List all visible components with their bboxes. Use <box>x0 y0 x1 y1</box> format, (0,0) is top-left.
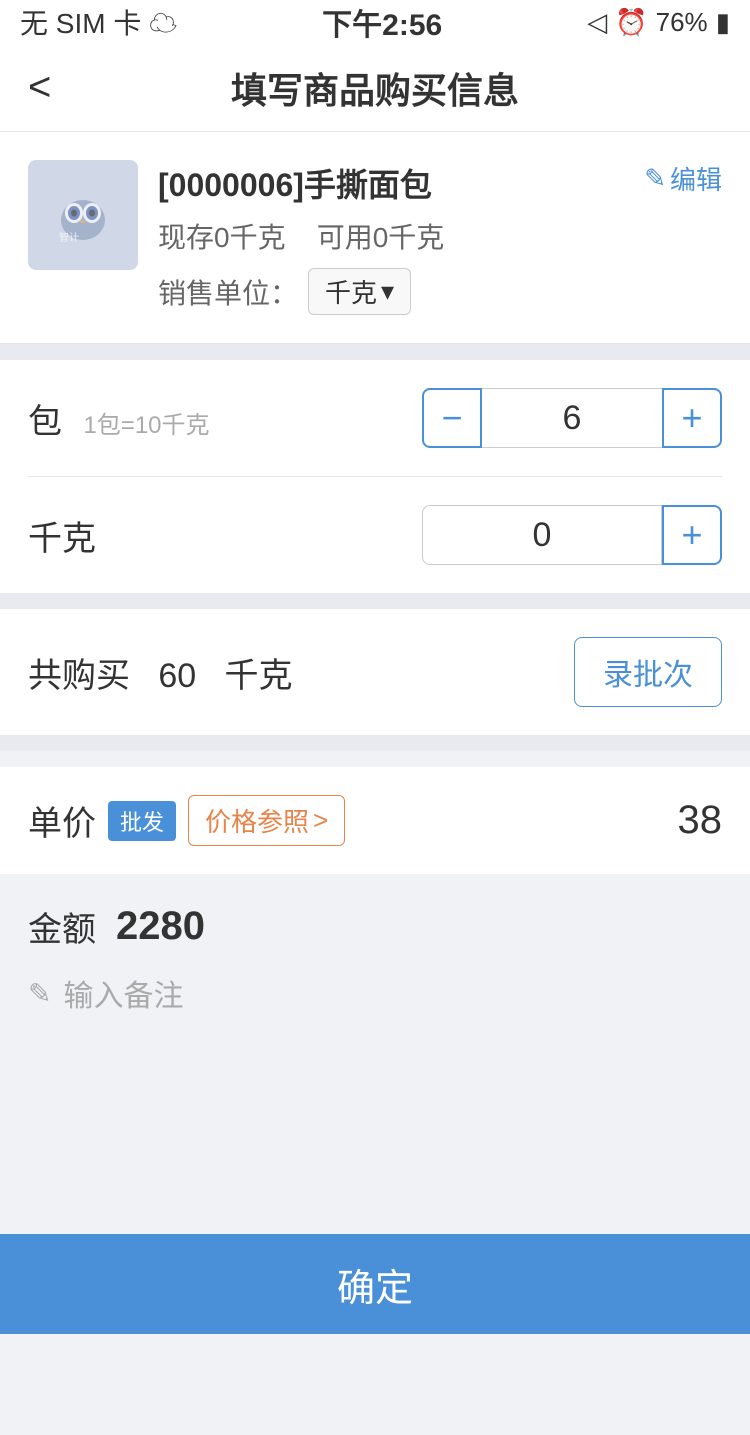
back-button[interactable]: < <box>28 65 51 110</box>
unit-select[interactable]: 千克 ▾ <box>308 268 411 315</box>
package-plus-button[interactable]: + <box>662 388 722 448</box>
total-unit: 千克 <box>225 657 293 695</box>
total-label: 共购买 <box>28 657 130 695</box>
price-label: 单价 <box>28 796 96 845</box>
product-header-row: [0000006]手撕面包 ✎ 编辑 <box>158 160 722 216</box>
package-stepper: − + <box>422 388 722 448</box>
price-row: 单价 批发 价格参照 > 38 <box>28 795 722 846</box>
package-text: 包 <box>28 403 62 441</box>
package-label: 包 1包=10千克 <box>28 394 422 443</box>
location-icon: ◁ <box>587 7 607 38</box>
kg-row: 千克 + <box>28 477 722 593</box>
price-ref-button[interactable]: 价格参照 > <box>188 795 345 846</box>
battery-level: 76% <box>656 7 708 38</box>
product-logo-icon: 智计 <box>53 185 113 245</box>
product-info: [0000006]手撕面包 ✎ 编辑 现存0千克 可用0千克 销售单位： 千克 … <box>158 160 722 315</box>
amount-value: 2280 <box>116 904 205 949</box>
nav-bar: < 填写商品购买信息 <box>0 44 750 132</box>
package-quantity-input[interactable] <box>482 388 662 448</box>
battery-icon: ▮ <box>716 7 730 38</box>
price-ref-label: 价格参照 <box>205 802 309 839</box>
product-unit-row: 销售单位： 千克 ▾ <box>158 268 722 315</box>
page-title: 填写商品购买信息 <box>231 62 519 114</box>
package-hint: 1包=10千克 <box>83 412 209 439</box>
total-text: 共购买 60 千克 <box>28 648 293 697</box>
price-value: 38 <box>678 798 723 843</box>
available-label: 可用0千克 <box>317 222 445 253</box>
confirm-button[interactable]: 确定 <box>0 1234 750 1334</box>
unit-value: 千克 <box>325 273 377 310</box>
kg-quantity-input[interactable] <box>422 505 662 565</box>
status-time: 下午2:56 <box>322 0 442 44</box>
package-row: 包 1包=10千克 − + <box>28 360 722 477</box>
total-section: 共购买 60 千克 录批次 <box>0 609 750 735</box>
product-name: [0000006]手撕面包 <box>158 160 432 206</box>
remark-icon: ✎ <box>28 977 51 1010</box>
package-minus-button[interactable]: − <box>422 388 482 448</box>
svg-text:智计: 智计 <box>59 231 79 244</box>
status-bar: 无 SIM 卡 ☁ 下午2:56 ◁ ⏰ 76% ▮ <box>0 0 750 44</box>
amount-row: 金额 2280 <box>28 902 722 951</box>
price-type-tag: 批发 <box>108 801 176 841</box>
edit-label: 编辑 <box>670 160 722 197</box>
total-amount: 60 <box>158 657 196 695</box>
remark-row[interactable]: ✎ 输入备注 <box>28 971 722 1035</box>
edit-icon: ✎ <box>644 163 666 194</box>
edit-button[interactable]: ✎ 编辑 <box>644 160 722 197</box>
price-label-group: 单价 批发 价格参照 > <box>28 795 345 846</box>
product-stock: 现存0千克 可用0千克 <box>158 216 722 256</box>
batch-button[interactable]: 录批次 <box>574 637 722 707</box>
alarm-icon: ⏰ <box>615 7 647 38</box>
product-card: 智计 [0000006]手撕面包 ✎ 编辑 现存0千克 可用0千克 销售单位： … <box>0 132 750 344</box>
stock-label: 现存0千克 <box>158 222 286 253</box>
divider-1 <box>0 344 750 360</box>
kg-plus-button[interactable]: + <box>662 505 722 565</box>
dropdown-icon: ▾ <box>381 276 394 307</box>
amount-section: 金额 2280 ✎ 输入备注 <box>0 874 750 1035</box>
product-image: 智计 <box>28 160 138 270</box>
status-left: 无 SIM 卡 ☁ <box>20 2 177 42</box>
price-section: 单价 批发 价格参照 > 38 <box>0 767 750 874</box>
kg-stepper: + <box>422 505 722 565</box>
quantity-input-section: 包 1包=10千克 − + 千克 + <box>0 360 750 593</box>
kg-label: 千克 <box>28 511 422 560</box>
confirm-label: 确定 <box>337 1257 413 1312</box>
status-right: ◁ ⏰ 76% ▮ <box>587 7 730 38</box>
remark-placeholder: 输入备注 <box>63 971 183 1015</box>
price-ref-arrow-icon: > <box>313 805 328 836</box>
divider-2 <box>0 593 750 609</box>
unit-label: 销售单位： <box>158 272 298 312</box>
no-sim-label: 无 SIM 卡 ☁ <box>20 2 177 42</box>
amount-label: 金额 <box>28 902 96 951</box>
divider-3 <box>0 735 750 751</box>
